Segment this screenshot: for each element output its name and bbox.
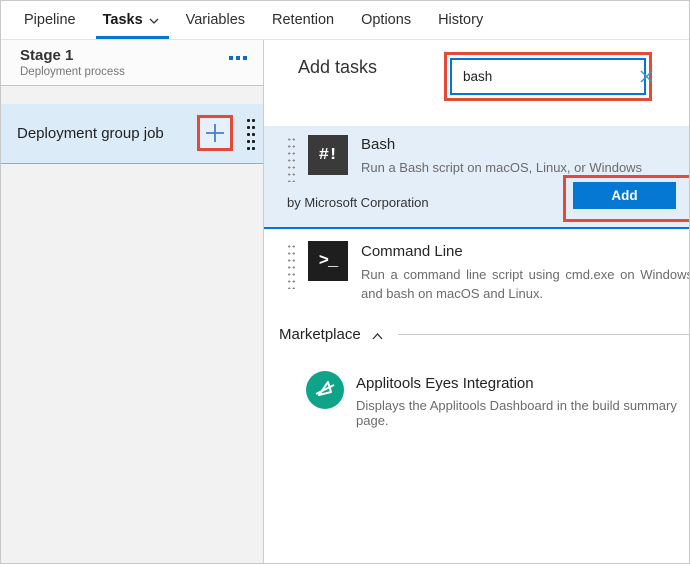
- stage-menu-ellipsis-icon[interactable]: [229, 56, 247, 60]
- add-task-button[interactable]: Add: [573, 182, 676, 209]
- tab-history[interactable]: History: [429, 1, 501, 39]
- tab-retention-label: Retention: [272, 1, 334, 39]
- stage-header: Stage 1 Deployment process: [1, 40, 263, 86]
- applitools-logo-icon: [306, 371, 344, 409]
- top-nav: Pipeline Tasks Variables Retention Optio…: [1, 1, 689, 40]
- marketplace-divider: [398, 334, 689, 335]
- tab-pipeline[interactable]: Pipeline: [15, 1, 94, 39]
- tab-tasks[interactable]: Tasks: [94, 1, 177, 39]
- search-annotation-box: [444, 52, 652, 101]
- stages-sidebar: Stage 1 Deployment process Deployment gr…: [1, 40, 264, 563]
- extension-name: Applitools Eyes Integration: [356, 375, 534, 392]
- task-byline: by Microsoft Corporation: [287, 195, 429, 210]
- clear-search-icon[interactable]: [640, 70, 653, 83]
- chevron-up-icon: [372, 333, 383, 340]
- plus-icon: [204, 122, 226, 144]
- marketplace-section-header[interactable]: Marketplace: [279, 326, 689, 343]
- deployment-group-job-row[interactable]: Deployment group job: [1, 104, 263, 164]
- task-name: Bash: [361, 136, 395, 153]
- tab-retention[interactable]: Retention: [263, 1, 352, 39]
- job-drag-handle[interactable]: [246, 117, 256, 152]
- tab-options-label: Options: [361, 1, 411, 39]
- task-search-input[interactable]: [452, 69, 640, 84]
- task-search-box: [450, 58, 646, 95]
- task-row-command-line[interactable]: >_ Command Line Run a command line scrip…: [264, 236, 689, 336]
- extension-description: Displays the Applitools Dashboard in the…: [356, 398, 689, 428]
- bash-task-icon: #!: [308, 135, 348, 175]
- marketplace-item-applitools[interactable]: Applitools Eyes Integration Displays the…: [264, 367, 689, 423]
- panel-title: Add tasks: [298, 57, 377, 78]
- add-task-plus-button[interactable]: [197, 115, 233, 151]
- stage-subtitle: Deployment process: [20, 66, 249, 78]
- command-line-task-icon: >_: [308, 241, 348, 281]
- tab-history-label: History: [438, 1, 483, 39]
- task-drag-handle[interactable]: [287, 242, 296, 289]
- task-description: Run a command line script using cmd.exe …: [361, 265, 689, 303]
- tab-options[interactable]: Options: [352, 1, 429, 39]
- add-button-annotation-box: Add: [563, 175, 689, 222]
- chevron-down-icon: [149, 18, 159, 24]
- deployment-group-job-label: Deployment group job: [17, 104, 164, 163]
- tab-tasks-label: Tasks: [103, 1, 143, 39]
- task-name: Command Line: [361, 243, 463, 260]
- task-drag-handle[interactable]: [287, 135, 296, 182]
- pipeline-editor-window: Pipeline Tasks Variables Retention Optio…: [0, 0, 690, 564]
- tab-pipeline-label: Pipeline: [24, 1, 76, 39]
- stage-title: Stage 1: [20, 47, 249, 64]
- add-tasks-panel: Add tasks #! Bash Run a Bash script on m…: [264, 40, 689, 563]
- marketplace-label: Marketplace: [279, 326, 361, 343]
- tab-variables[interactable]: Variables: [177, 1, 263, 39]
- task-row-bash[interactable]: #! Bash Run a Bash script on macOS, Linu…: [264, 126, 689, 229]
- tab-variables-label: Variables: [186, 1, 245, 39]
